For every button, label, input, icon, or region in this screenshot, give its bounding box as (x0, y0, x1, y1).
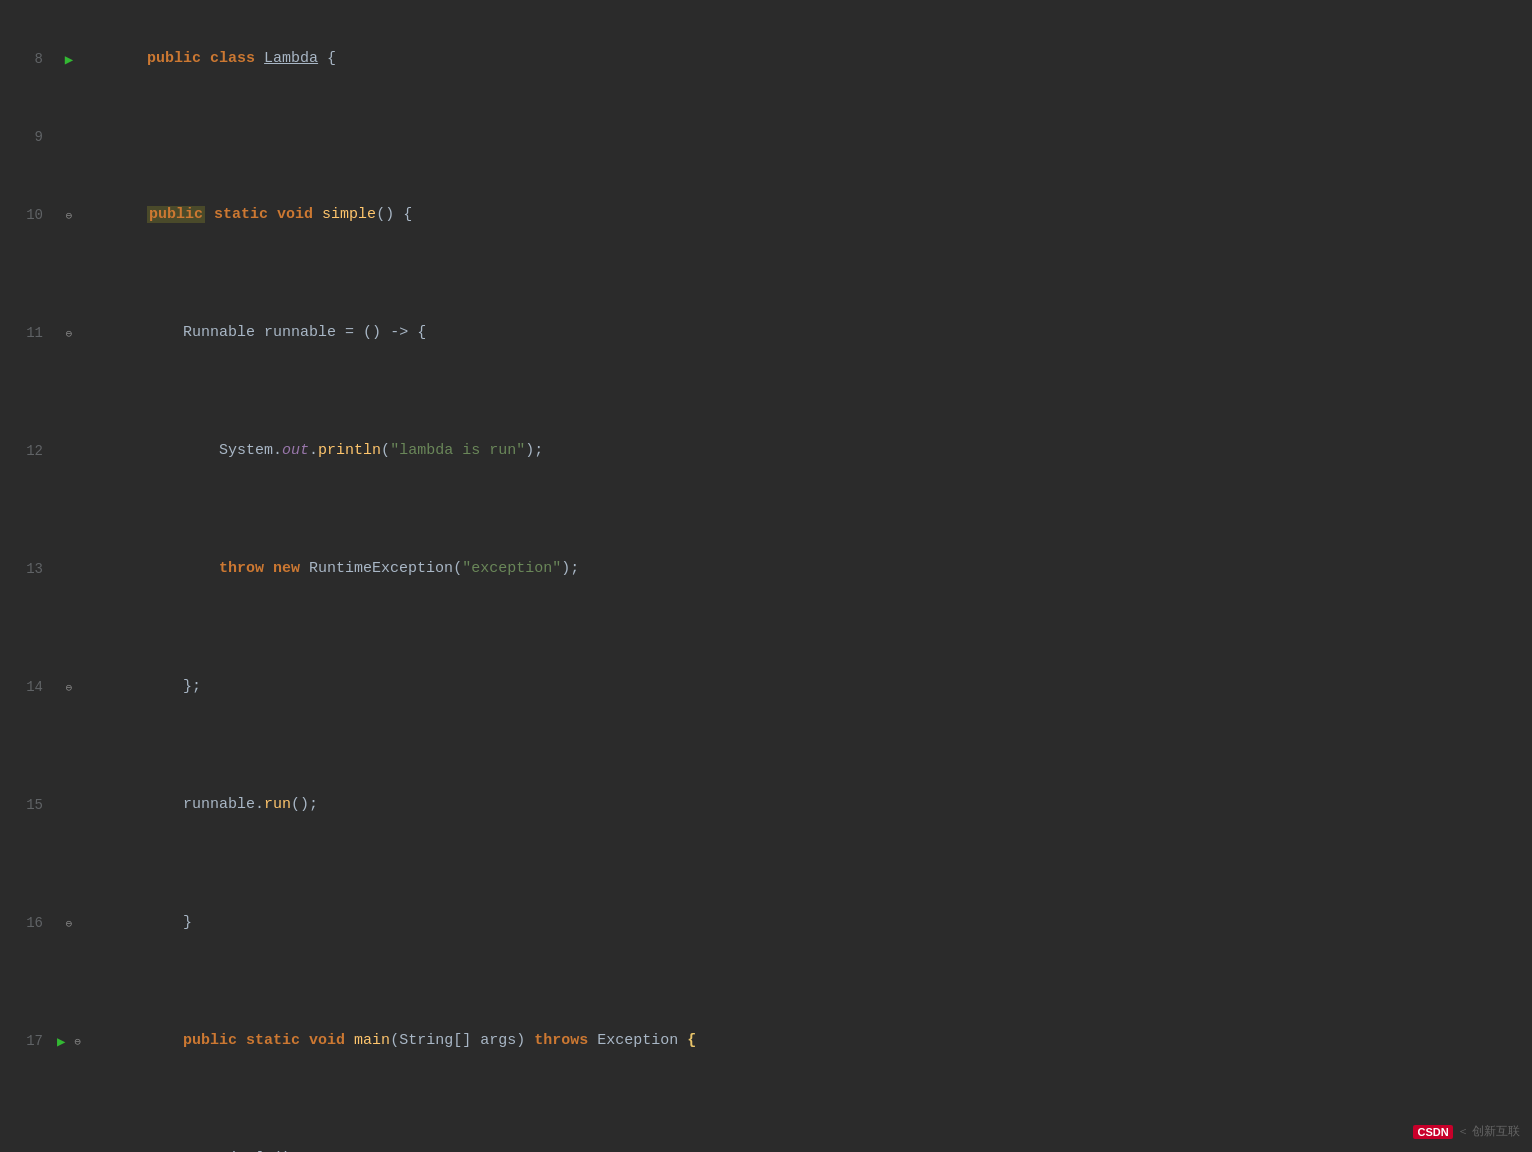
code-content-18: simple(); (83, 1102, 1532, 1152)
code-line-10: 10 ⊖ public static void simple() { (0, 156, 1532, 274)
line-number-13: 13 (0, 561, 55, 577)
run-button-8[interactable]: ▶ (65, 51, 73, 68)
fold-icon-17[interactable]: ⊖ (74, 1035, 81, 1048)
gutter-10[interactable]: ⊖ (55, 209, 83, 222)
fold-icon-11[interactable]: ⊖ (66, 327, 73, 340)
code-content-10: public static void simple() { (83, 158, 1532, 272)
code-line-14: 14 ⊖ }; (0, 628, 1532, 746)
code-content-13: throw new RuntimeException("exception"); (83, 512, 1532, 626)
gutter-11[interactable]: ⊖ (55, 327, 83, 340)
line-number-12: 12 (0, 443, 55, 459)
code-content-11: Runnable runnable = () -> { (83, 276, 1532, 390)
code-line-18: 18 simple(); (0, 1100, 1532, 1152)
code-content-14: }; (83, 630, 1532, 744)
gutter-14[interactable]: ⊖ (55, 681, 83, 694)
line-number-16: 16 (0, 915, 55, 931)
line-number-17: 17 (0, 1033, 55, 1049)
csdn-text: ＜ 创新互联 (1457, 1123, 1520, 1140)
csdn-watermark: CSDN ＜ 创新互联 (1413, 1123, 1520, 1140)
code-line-17: 17 ▶ ⊖ public static void main(String[] … (0, 982, 1532, 1100)
code-content-15: runnable.run(); (83, 748, 1532, 862)
code-content-12: System.out.println("lambda is run"); (83, 394, 1532, 508)
code-line-15: 15 runnable.run(); (0, 746, 1532, 864)
fold-icon-16[interactable]: ⊖ (66, 917, 73, 930)
line-number-10: 10 (0, 207, 55, 223)
code-content-16: } (83, 866, 1532, 980)
code-line-8: 8 ▶ public class Lambda { (0, 0, 1532, 118)
line-number-8: 8 (0, 51, 55, 67)
gutter-8[interactable]: ▶ (55, 51, 83, 68)
fold-icon-10[interactable]: ⊖ (66, 209, 73, 222)
run-button-17[interactable]: ▶ (57, 1033, 65, 1050)
throw-keyword: throw (219, 560, 264, 577)
code-line-16: 16 ⊖ } (0, 864, 1532, 982)
line-number-9: 9 (0, 129, 55, 145)
csdn-logo: CSDN (1413, 1125, 1452, 1139)
code-editor: 8 ▶ public class Lambda { 9 10 ⊖ public … (0, 0, 1532, 1152)
code-content-8: public class Lambda { (83, 2, 1532, 116)
fold-icon-14[interactable]: ⊖ (66, 681, 73, 694)
code-line-13: 13 throw new RuntimeException("exception… (0, 510, 1532, 628)
code-line-12: 12 System.out.println("lambda is run"); (0, 392, 1532, 510)
line-number-14: 14 (0, 679, 55, 695)
gutter-16[interactable]: ⊖ (55, 917, 83, 930)
code-line-9: 9 (0, 118, 1532, 156)
line-number-15: 15 (0, 797, 55, 813)
code-content-17: public static void main(String[] args) t… (83, 984, 1532, 1098)
code-line-11: 11 ⊖ Runnable runnable = () -> { (0, 274, 1532, 392)
line-number-11: 11 (0, 325, 55, 341)
